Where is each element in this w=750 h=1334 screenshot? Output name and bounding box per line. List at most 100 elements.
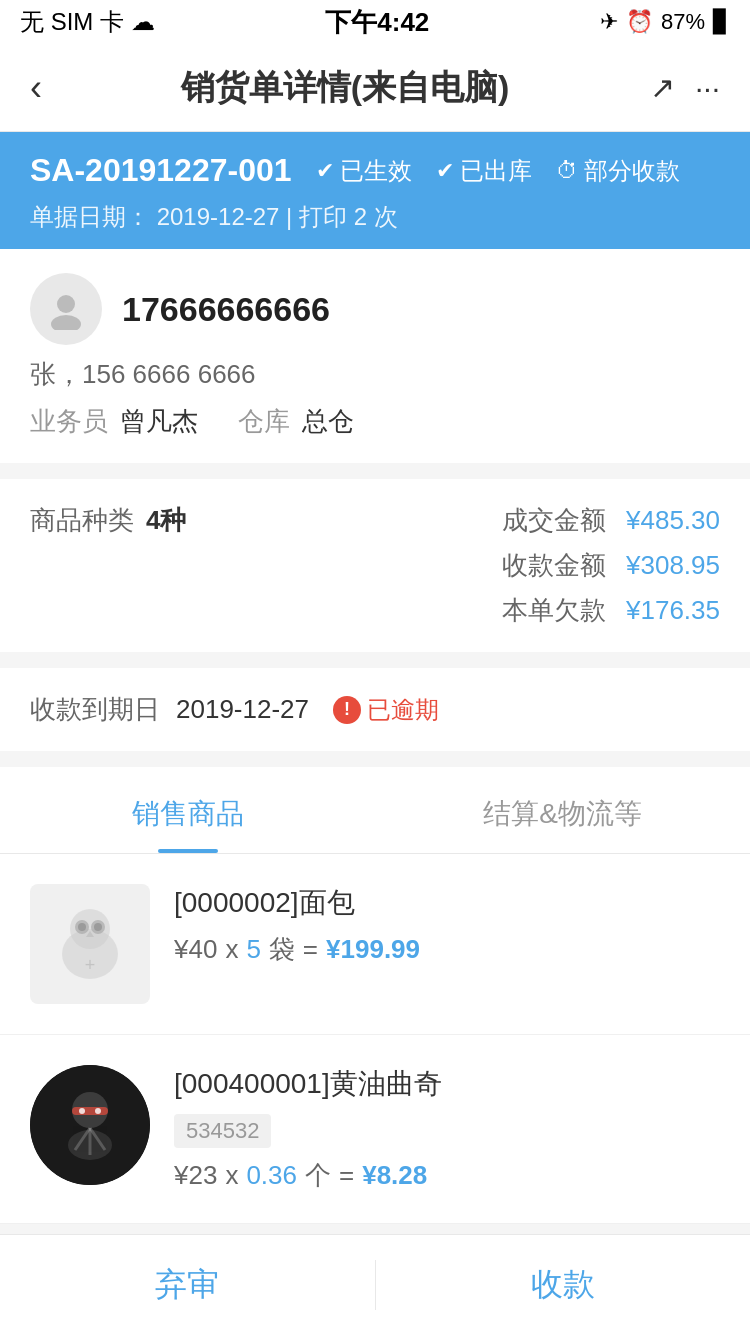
print-info: | 打印 2 次 xyxy=(286,203,398,230)
product-equals-1: = xyxy=(303,934,318,965)
products-section: + [0000002]面包 ¥40 x 5 袋 = ¥199.99 xyxy=(0,854,750,1224)
sales-label: 业务员 xyxy=(30,404,108,439)
battery-level: 87% xyxy=(661,9,705,35)
product-sku-2: 534532 xyxy=(174,1114,271,1148)
svg-point-1 xyxy=(51,315,81,330)
avatar xyxy=(30,273,102,345)
sales-value: 曾凡杰 xyxy=(120,404,198,439)
product-unit-2: 个 xyxy=(305,1158,331,1193)
banner-row1: SA-20191227-001 ✔ 已生效 ✔ 已出库 ⏱ 部分收款 xyxy=(30,152,720,189)
tab-sales-products[interactable]: 销售商品 xyxy=(0,767,375,853)
received-value: ¥308.95 xyxy=(626,550,720,581)
sales-meta: 业务员 曾凡杰 xyxy=(30,404,198,439)
order-date: 2019-12-27 xyxy=(157,203,280,230)
customer-phone-display: 17666666666 xyxy=(122,290,330,329)
badge-partial: ⏱ 部分收款 xyxy=(556,155,680,187)
bottom-bar: 弃审 收款 xyxy=(0,1234,750,1334)
confirm-button[interactable]: 收款 xyxy=(376,1235,751,1334)
product-info-1: [0000002]面包 ¥40 x 5 袋 = ¥199.99 xyxy=(174,884,720,967)
sim-status: 无 SIM 卡 ☁ xyxy=(20,6,155,38)
tab-settlement-logistics[interactable]: 结算&物流等 xyxy=(375,767,750,853)
overdue-icon: ! xyxy=(333,696,361,724)
product-total-2: ¥8.28 xyxy=(362,1160,427,1191)
alarm-icon: ⏰ xyxy=(626,9,653,35)
svg-rect-13 xyxy=(72,1107,108,1115)
svg-point-7 xyxy=(94,923,102,931)
overdue-text: 已逾期 xyxy=(367,694,439,726)
product-equals-2: = xyxy=(339,1160,354,1191)
status-bar: 无 SIM 卡 ☁ 下午4:42 ✈ ⏰ 87% ▊ xyxy=(0,0,750,44)
date-label: 单据日期： xyxy=(30,203,150,230)
amount-line: 成交金额 ¥485.30 xyxy=(502,503,720,538)
due-label: 收款到期日 xyxy=(30,692,160,727)
owed-line: 本单欠款 ¥176.35 xyxy=(502,593,720,628)
amount-label: 成交金额 xyxy=(502,503,606,538)
due-section: 收款到期日 2019-12-27 ! 已逾期 xyxy=(0,668,750,751)
product-multiply-icon-1: x xyxy=(225,934,238,965)
order-id: SA-20191227-001 xyxy=(30,152,292,189)
product-price-2: ¥23 xyxy=(174,1160,217,1191)
status-left: 无 SIM 卡 ☁ xyxy=(20,6,155,38)
badge-shipped: ✔ 已出库 xyxy=(436,155,532,187)
status-time: 下午4:42 xyxy=(325,5,429,40)
received-line: 收款金额 ¥308.95 xyxy=(502,548,720,583)
product-thumbnail-1: + xyxy=(30,884,150,1004)
amount-summary: 成交金额 ¥485.30 收款金额 ¥308.95 本单欠款 ¥176.35 xyxy=(502,503,720,628)
svg-text:+: + xyxy=(85,955,96,975)
list-item: [000400001]黄油曲奇 534532 ¥23 x 0.36 个 = ¥8… xyxy=(0,1035,750,1224)
clock-icon: ⏱ xyxy=(556,158,578,184)
page-title: 销货单详情(来自电脑) xyxy=(90,65,600,111)
owed-value: ¥176.35 xyxy=(626,595,720,626)
back-button[interactable]: ‹ xyxy=(30,67,90,109)
list-item: + [0000002]面包 ¥40 x 5 袋 = ¥199.99 xyxy=(0,854,750,1035)
product-info-2: [000400001]黄油曲奇 534532 ¥23 x 0.36 个 = ¥8… xyxy=(174,1065,720,1193)
check-icon-2: ✔ xyxy=(436,158,454,184)
svg-point-14 xyxy=(79,1108,85,1114)
share-button[interactable]: ↗ xyxy=(650,70,675,105)
overdue-badge: ! 已逾期 xyxy=(333,694,439,726)
product-total-1: ¥199.99 xyxy=(326,934,420,965)
status-right: ✈ ⏰ 87% ▊ xyxy=(600,9,730,35)
product-name-2: [000400001]黄油曲奇 xyxy=(174,1065,720,1103)
product-qty-1: 5 xyxy=(246,934,260,965)
warehouse-value: 总仓 xyxy=(302,404,354,439)
warehouse-meta: 仓库 总仓 xyxy=(238,404,354,439)
product-unit-1: 袋 xyxy=(269,932,295,967)
banner-row2: 单据日期： 2019-12-27 | 打印 2 次 xyxy=(30,201,720,233)
product-name-1: [0000002]面包 xyxy=(174,884,720,922)
product-price-1: ¥40 xyxy=(174,934,217,965)
product-price-row-2: ¥23 x 0.36 个 = ¥8.28 xyxy=(174,1158,720,1193)
summary-section: 商品种类 4种 成交金额 ¥485.30 收款金额 ¥308.95 本单欠款 ¥… xyxy=(0,479,750,652)
due-date-value: 2019-12-27 xyxy=(176,694,309,725)
badge-effective: ✔ 已生效 xyxy=(316,155,412,187)
nav-bar: ‹ 销货单详情(来自电脑) ↗ ··· xyxy=(0,44,750,132)
owed-label: 本单欠款 xyxy=(502,593,606,628)
warehouse-label: 仓库 xyxy=(238,404,290,439)
svg-point-6 xyxy=(78,923,86,931)
ninja-logo-icon xyxy=(30,1065,150,1185)
owl-logo-icon: + xyxy=(45,899,135,989)
customer-meta: 业务员 曾凡杰 仓库 总仓 xyxy=(30,404,720,439)
customer-section: 17666666666 张，156 6666 6666 业务员 曾凡杰 仓库 总… xyxy=(0,249,750,463)
nav-actions: ↗ ··· xyxy=(600,70,720,105)
amount-value: ¥485.30 xyxy=(626,505,720,536)
product-thumbnail-2 xyxy=(30,1065,150,1185)
location-icon: ✈ xyxy=(600,9,618,35)
type-label: 商品种类 xyxy=(30,503,134,538)
product-type-count: 商品种类 4种 xyxy=(30,503,186,538)
product-price-row-1: ¥40 x 5 袋 = ¥199.99 xyxy=(174,932,720,967)
user-icon xyxy=(45,288,87,330)
tabs-container: 销售商品 结算&物流等 xyxy=(0,767,750,854)
svg-point-0 xyxy=(57,295,75,313)
check-icon-1: ✔ xyxy=(316,158,334,184)
header-banner: SA-20191227-001 ✔ 已生效 ✔ 已出库 ⏱ 部分收款 单据日期：… xyxy=(0,132,750,249)
product-qty-2: 0.36 xyxy=(246,1160,297,1191)
received-label: 收款金额 xyxy=(502,548,606,583)
type-value: 4种 xyxy=(146,503,186,538)
customer-name-phone: 张，156 6666 6666 xyxy=(30,357,720,392)
battery-icon: ▊ xyxy=(713,9,730,35)
product-multiply-icon-2: x xyxy=(225,1160,238,1191)
more-button[interactable]: ··· xyxy=(695,71,720,105)
svg-point-15 xyxy=(95,1108,101,1114)
cancel-button[interactable]: 弃审 xyxy=(0,1235,375,1334)
